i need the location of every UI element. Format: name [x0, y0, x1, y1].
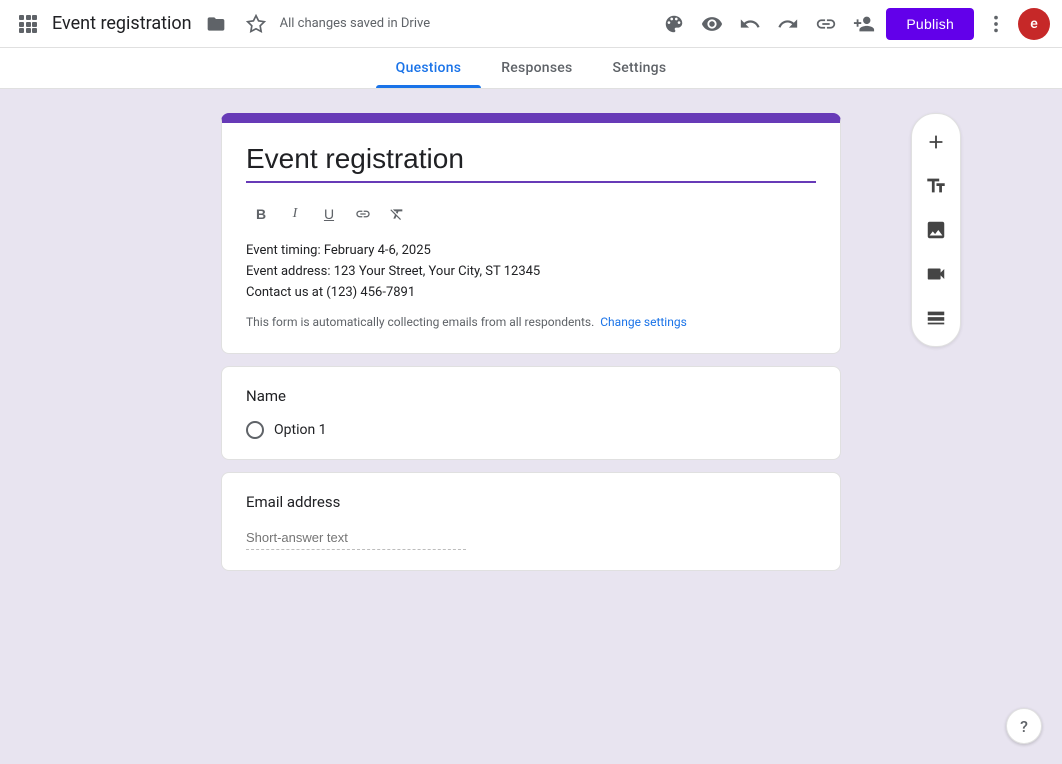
tab-responses[interactable]: Responses	[481, 48, 592, 88]
short-answer-input[interactable]	[246, 530, 466, 550]
undo-icon[interactable]	[734, 8, 766, 40]
form-header-card: B I U Event timi	[221, 113, 841, 354]
tab-settings[interactable]: Settings	[593, 48, 687, 88]
folder-icon[interactable]	[200, 8, 232, 40]
add-element-button[interactable]	[916, 122, 956, 162]
name-question-label: Name	[246, 387, 816, 405]
name-question-card: Name Option 1	[221, 366, 841, 460]
underline-button[interactable]: U	[314, 199, 344, 229]
link-format-button[interactable]	[348, 199, 378, 229]
star-icon[interactable]	[240, 8, 272, 40]
bold-button[interactable]: B	[246, 199, 276, 229]
main-content: B I U Event timi	[0, 89, 1062, 595]
add-video-button[interactable]	[916, 254, 956, 294]
saved-status: All changes saved in Drive	[280, 16, 431, 31]
form-description: Event timing: February 4-6, 2025 Event a…	[246, 241, 816, 303]
radio-circle	[246, 421, 264, 439]
form-area: B I U Event timi	[221, 113, 841, 571]
app-header: Event registration All changes saved in …	[0, 0, 1062, 48]
apps-icon[interactable]	[12, 8, 44, 40]
add-title-button[interactable]	[916, 166, 956, 206]
form-title-header: Event registration	[52, 13, 192, 34]
right-sidebar	[911, 113, 961, 347]
clear-format-button[interactable]	[382, 199, 412, 229]
header-left: Event registration All changes saved in …	[12, 8, 650, 40]
formatting-toolbar: B I U	[246, 199, 816, 229]
name-option-1: Option 1	[246, 421, 816, 439]
form-title-input[interactable]	[246, 143, 816, 183]
change-settings-link[interactable]: Change settings	[600, 315, 687, 329]
share-icon[interactable]	[848, 8, 880, 40]
help-button[interactable]: ?	[1006, 708, 1042, 744]
more-options-icon[interactable]	[980, 8, 1012, 40]
user-avatar[interactable]: e	[1018, 8, 1050, 40]
email-notice: This form is automatically collecting em…	[246, 315, 816, 329]
redo-icon[interactable]	[772, 8, 804, 40]
add-section-button[interactable]	[916, 298, 956, 338]
preview-icon[interactable]	[696, 8, 728, 40]
italic-button[interactable]: I	[280, 199, 310, 229]
tab-bar: Questions Responses Settings	[0, 48, 1062, 89]
link-icon[interactable]	[810, 8, 842, 40]
header-right: Publish e	[658, 8, 1050, 40]
email-question-card: Email address	[221, 472, 841, 571]
add-image-button[interactable]	[916, 210, 956, 250]
palette-icon[interactable]	[658, 8, 690, 40]
email-question-label: Email address	[246, 493, 816, 511]
tab-questions[interactable]: Questions	[376, 48, 482, 88]
publish-button[interactable]: Publish	[886, 8, 974, 40]
